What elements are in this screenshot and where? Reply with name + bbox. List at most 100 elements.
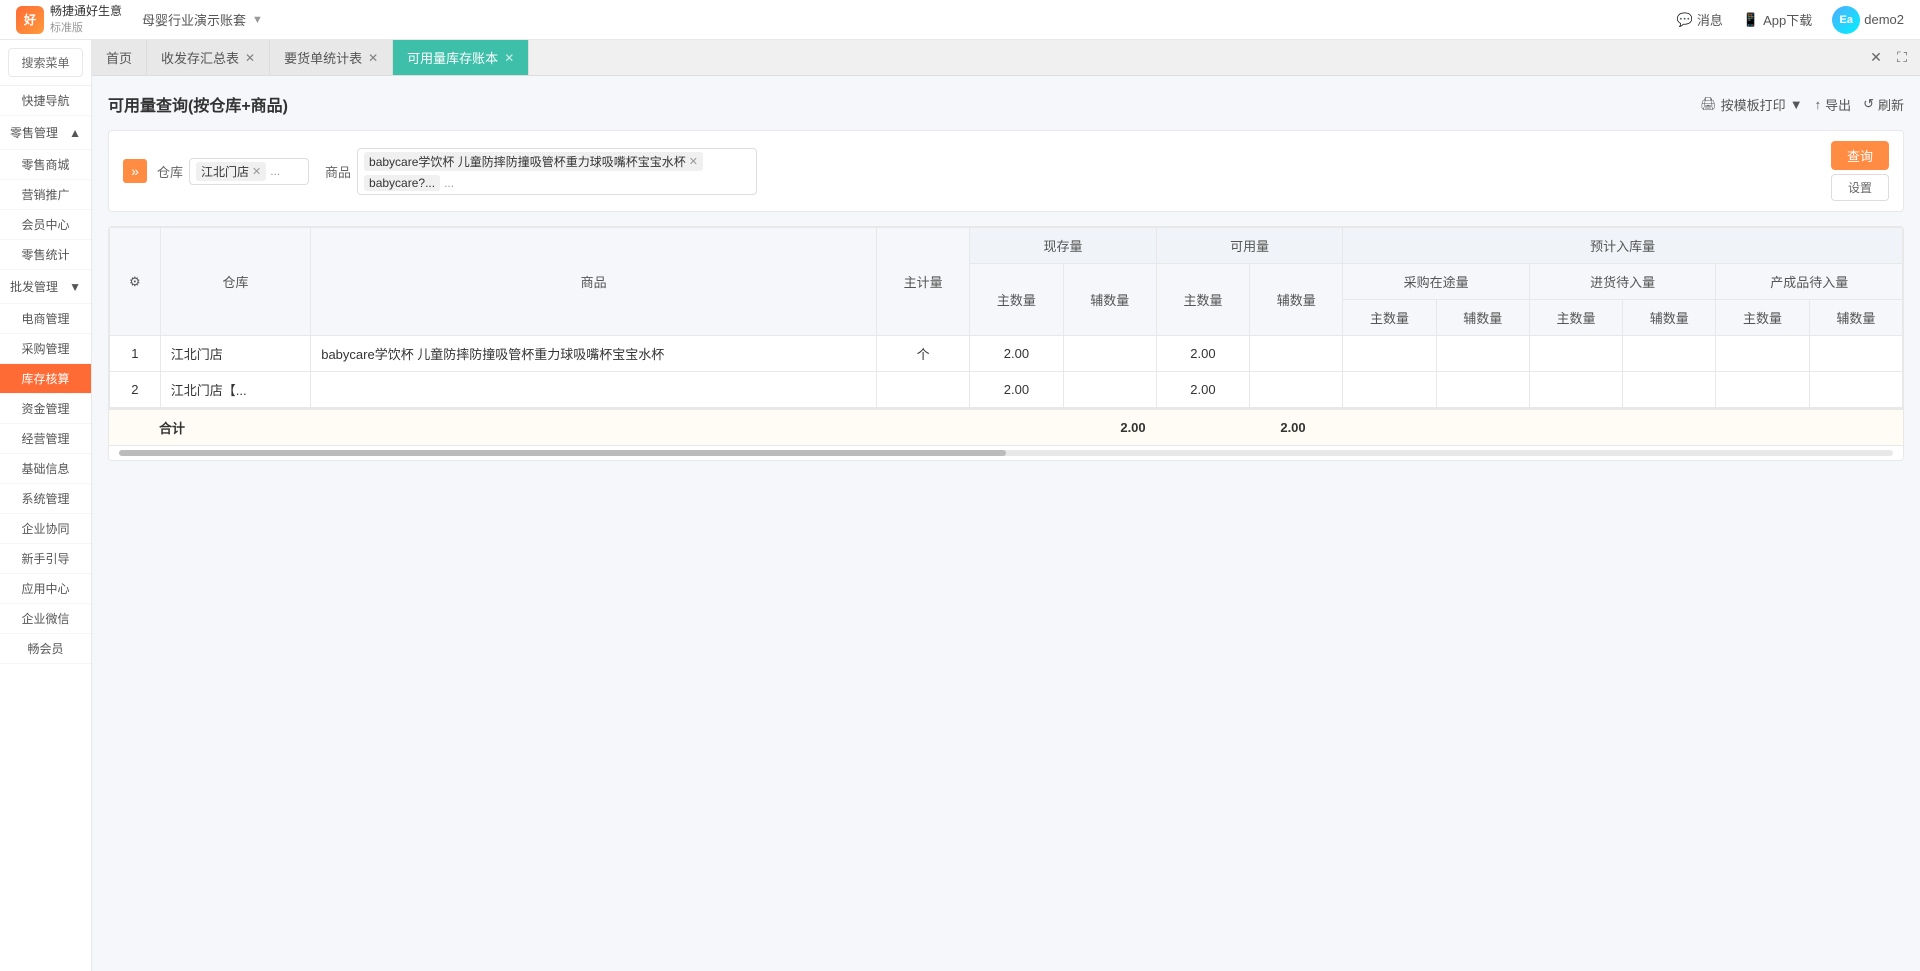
filter-area: » 仓库 江北门店 ✕ ... 商品 — [108, 130, 1904, 212]
warehouse-tag-1: 江北门店 ✕ — [196, 162, 266, 181]
tab-home[interactable]: 首页 — [92, 40, 147, 75]
horizontal-scrollbar[interactable] — [109, 445, 1903, 460]
summary-avail-main: 2.00 — [1253, 420, 1333, 435]
sidebar-item-new-guide[interactable]: 新手引导 — [0, 544, 91, 574]
cell-avail-main: 2.00 — [1156, 372, 1249, 408]
gear-icon: ⚙ — [129, 274, 141, 289]
cell-product — [311, 372, 877, 408]
cell-stock-aux — [1063, 336, 1156, 372]
query-btn[interactable]: 查询 — [1831, 141, 1889, 170]
cell-avail-main: 2.00 — [1156, 336, 1249, 372]
sidebar-item-operation-mgmt[interactable]: 经营管理 — [0, 424, 91, 454]
search-menu-btn[interactable]: 搜索菜单 — [8, 48, 83, 77]
cell-seq: 2 — [110, 372, 161, 408]
industry-selector[interactable]: 母婴行业演示账套 ▼ — [142, 10, 263, 29]
warehouse-filter-group: 仓库 江北门店 ✕ ... — [157, 158, 309, 185]
industry-label: 母婴行业演示账套 — [142, 10, 246, 29]
print-dropdown-icon: ▼ — [1790, 97, 1803, 112]
settings-btn[interactable]: 设置 — [1831, 174, 1889, 201]
sidebar-item-purchase-mgmt[interactable]: 采购管理 — [0, 334, 91, 364]
product-tag-text-1: babycare学饮杯 儿童防摔防撞吸管杯重力球吸嘴杯宝宝水杯 — [369, 153, 686, 170]
tab-close-order-stats[interactable]: ✕ — [368, 51, 378, 65]
export-btn[interactable]: ↑ 导出 — [1815, 95, 1852, 114]
user-menu[interactable]: Ea demo2 — [1832, 6, 1904, 34]
scroll-track — [119, 450, 1893, 456]
refresh-icon: ↺ — [1863, 96, 1874, 112]
product-more[interactable]: ... — [444, 176, 454, 190]
sidebar-item-enterprise-wechat[interactable]: 企业微信 — [0, 604, 91, 634]
sidebar-item-finance-mgmt[interactable]: 资金管理 — [0, 394, 91, 424]
logo-subtitle: 标准版 — [50, 19, 122, 35]
cell-unit: 个 — [877, 336, 970, 372]
cell-warehouse: 江北门店【... — [160, 372, 310, 408]
th-avail-main: 主数量 — [1156, 264, 1249, 336]
page-header: 可用量查询(按仓库+商品) 🖨 按模板打印 ▼ ↑ 导出 ↺ 刷新 — [108, 92, 1904, 116]
th-stock-aux: 辅数量 — [1063, 264, 1156, 336]
tab-order-stats[interactable]: 要货单统计表 ✕ — [270, 40, 393, 75]
print-template-btn[interactable]: 🖨 按模板打印 ▼ — [1700, 95, 1802, 114]
th-avail-aux: 辅数量 — [1250, 264, 1343, 336]
sidebar-item-base-info[interactable]: 基础信息 — [0, 454, 91, 484]
th-available-group: 可用量 — [1156, 228, 1343, 264]
cell-seq: 1 — [110, 336, 161, 372]
main-layout: 搜索菜单 快捷导航 零售管理 ▲ 零售商城 营销推广 会员中心 零售统计 批发管… — [0, 40, 1920, 971]
sidebar-item-retail-stats[interactable]: 零售统计 — [0, 240, 91, 270]
sidebar-item-wholesale-mgmt[interactable]: 批发管理 ▼ — [0, 270, 91, 304]
product-tag-1-close[interactable]: ✕ — [689, 155, 698, 168]
app-download-btn[interactable]: 📱 App下载 — [1743, 10, 1812, 29]
sidebar-item-enterprise-collab[interactable]: 企业协同 — [0, 514, 91, 544]
tab-window-expand-btn[interactable]: ⛶ — [1892, 48, 1912, 68]
cell-pi-aux — [1809, 372, 1902, 408]
sidebar-item-app-center[interactable]: 应用中心 — [0, 574, 91, 604]
product-tag-container[interactable]: babycare学饮杯 儿童防摔防撞吸管杯重力球吸嘴杯宝宝水杯 ✕ babyca… — [357, 148, 757, 195]
sidebar-item-quick-nav[interactable]: 快捷导航 — [0, 86, 91, 116]
sidebar-item-system-mgmt[interactable]: 系统管理 — [0, 484, 91, 514]
th-purchase-transit-group: 采购在途量 — [1343, 264, 1530, 300]
logo-app-name: 畅捷通好生意 — [50, 4, 122, 20]
cell-avail-aux — [1250, 372, 1343, 408]
product-tag-2: babycare?... — [364, 175, 440, 191]
content-area: 首页 收发存汇总表 ✕ 要货单统计表 ✕ 可用量库存账本 ✕ ✕ ⛶ 可用量查询… — [92, 40, 1920, 971]
th-product-incoming-group: 产成品待入量 — [1716, 264, 1903, 300]
table-row: 2 江北门店【... 2.00 2.00 — [110, 372, 1903, 408]
tab-close-receive-summary[interactable]: ✕ — [245, 51, 255, 65]
tab-label-order-stats: 要货单统计表 — [284, 48, 362, 67]
tab-label-receive-summary: 收发存汇总表 — [161, 48, 239, 67]
message-btn[interactable]: 💬 消息 — [1677, 10, 1723, 29]
product-filter-group: 商品 babycare学饮杯 儿童防摔防撞吸管杯重力球吸嘴杯宝宝水杯 ✕ bab… — [325, 148, 757, 195]
cell-in-aux — [1623, 336, 1716, 372]
tab-available-ledger[interactable]: 可用量库存账本 ✕ — [393, 40, 529, 75]
page-content: 可用量查询(按仓库+商品) 🖨 按模板打印 ▼ ↑ 导出 ↺ 刷新 — [92, 76, 1920, 971]
cell-stock-aux — [1063, 372, 1156, 408]
warehouse-tag-text: 江北门店 — [201, 163, 249, 180]
sidebar-item-zero-retail-mgmt[interactable]: 零售管理 ▲ — [0, 116, 91, 150]
tab-label-available-ledger: 可用量库存账本 — [407, 48, 498, 67]
sidebar-item-inventory-check[interactable]: 库存核算 — [0, 364, 91, 394]
warehouse-tag-close[interactable]: ✕ — [252, 165, 261, 178]
warehouse-more[interactable]: ... — [270, 164, 280, 178]
cell-warehouse: 江北门店 — [160, 336, 310, 372]
tab-close-available-ledger[interactable]: ✕ — [504, 51, 514, 65]
tab-bar: 首页 收发存汇总表 ✕ 要货单统计表 ✕ 可用量库存账本 ✕ ✕ ⛶ — [92, 40, 1920, 76]
sidebar-item-retail-mall[interactable]: 零售商城 — [0, 150, 91, 180]
sidebar-item-ecommerce-mgmt[interactable]: 电商管理 — [0, 304, 91, 334]
cell-in-aux — [1623, 372, 1716, 408]
sidebar-item-marketing[interactable]: 营销推广 — [0, 180, 91, 210]
refresh-btn[interactable]: ↺ 刷新 — [1863, 95, 1904, 114]
sidebar-item-member-center[interactable]: 会员中心 — [0, 210, 91, 240]
warehouse-tag-container[interactable]: 江北门店 ✕ ... — [189, 158, 309, 185]
th-purchase-transit-main: 主数量 — [1343, 300, 1436, 336]
logo-icon: 好 — [16, 6, 44, 34]
cell-pi-aux — [1809, 336, 1902, 372]
message-label: 消息 — [1697, 10, 1723, 29]
tab-receive-summary[interactable]: 收发存汇总表 ✕ — [147, 40, 270, 75]
filter-toggle-btn[interactable]: » — [123, 159, 147, 183]
top-bar: 好 畅捷通好生意 标准版 母婴行业演示账套 ▼ 💬 消息 📱 App下载 Ea … — [0, 0, 1920, 40]
sidebar-item-member[interactable]: 畅会员 — [0, 634, 91, 664]
app-download-icon: 📱 — [1743, 12, 1759, 28]
tab-window-close-btn[interactable]: ✕ — [1866, 48, 1886, 68]
table-summary-row: 合计 2.00 2.00 — [109, 408, 1903, 445]
summary-label: 合计 — [159, 418, 279, 437]
scroll-thumb[interactable] — [119, 450, 1006, 456]
product-label: 商品 — [325, 162, 351, 181]
